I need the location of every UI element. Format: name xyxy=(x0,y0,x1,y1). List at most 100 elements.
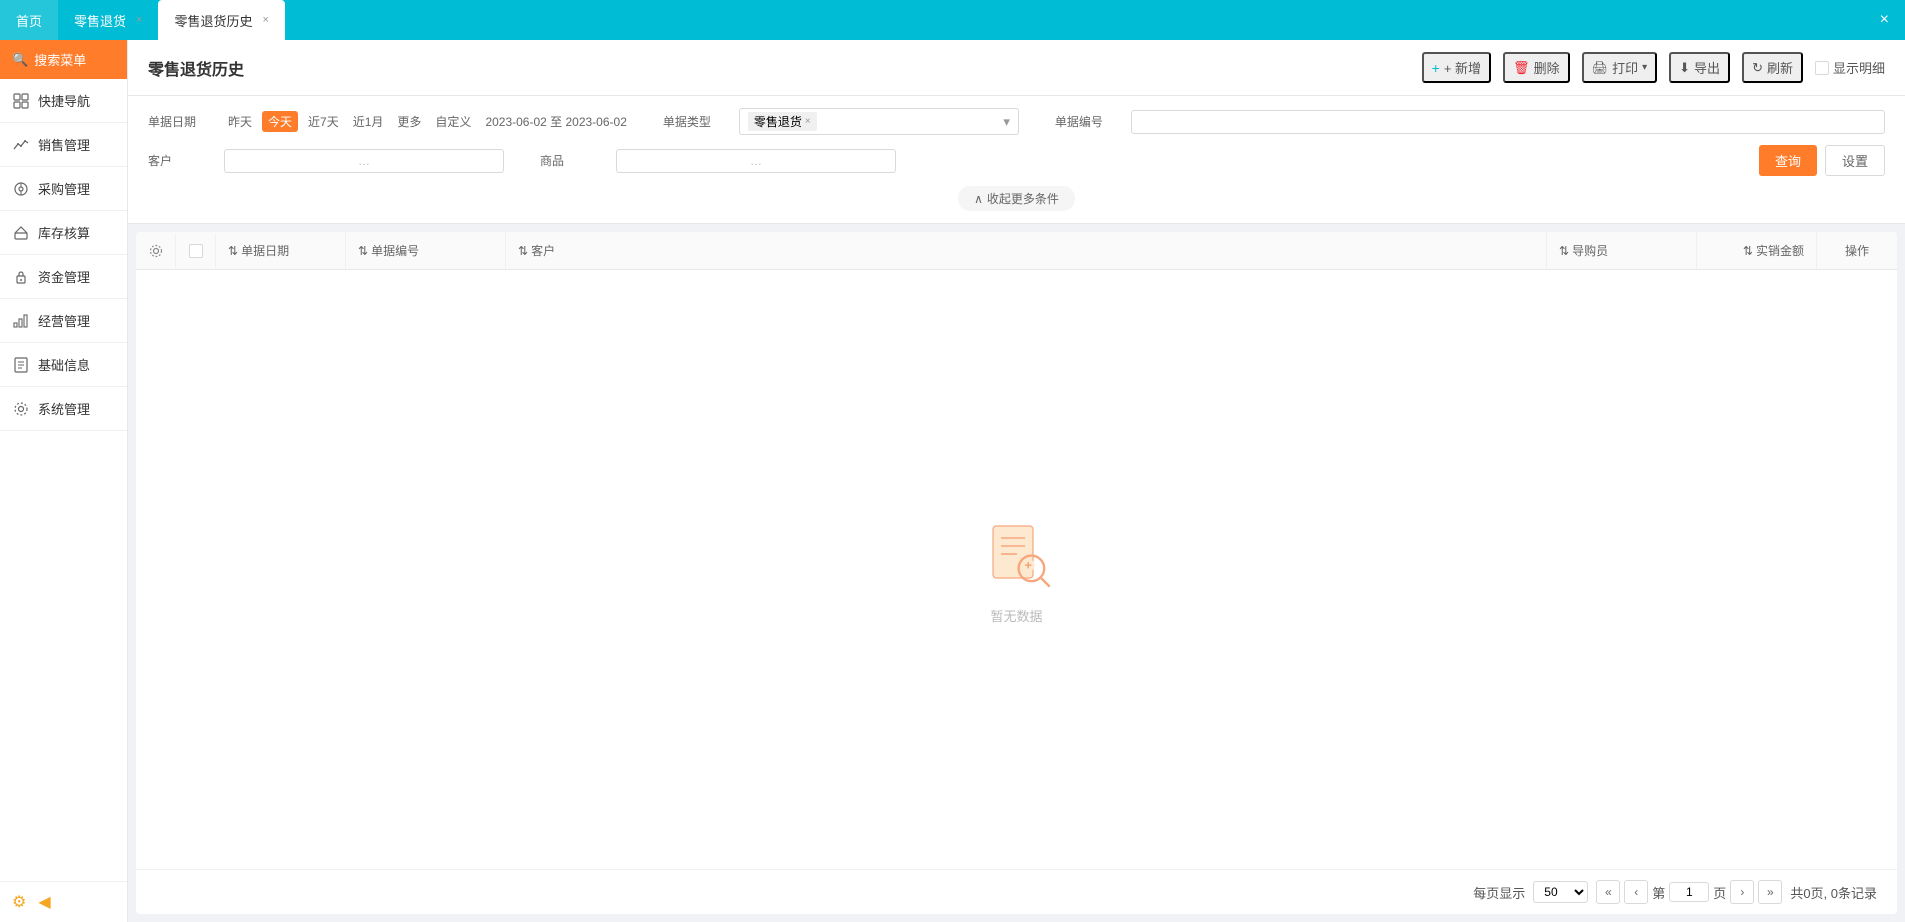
print-icon: 🖨 xyxy=(1592,60,1609,76)
date-option-today[interactable]: 今天 xyxy=(262,111,298,132)
page-number-input[interactable] xyxy=(1669,882,1709,902)
date-range-display: 2023-06-02 至 2023-06-02 xyxy=(485,113,626,130)
customer-filter-input[interactable]: … xyxy=(224,149,504,173)
sidebar-item-quick-nav-label: 快捷导航 xyxy=(38,91,90,110)
window-close-btn[interactable]: × xyxy=(1864,11,1905,29)
display-switch-label: 显示明细 xyxy=(1833,58,1885,77)
th-guide-text: 导购员 xyxy=(1572,242,1608,259)
type-tag-close[interactable]: × xyxy=(805,116,811,127)
sidebar: 🔍 搜索菜单 快捷导航 销售管理 采购管理 库存核算 xyxy=(0,40,128,922)
page-nav: « ‹ 第 页 › » xyxy=(1596,880,1782,904)
empty-text: 暂无数据 xyxy=(990,606,1042,625)
page-first-btn[interactable]: « xyxy=(1596,880,1620,904)
tab-bar: 首页 零售退货 × 零售退货历史 × × xyxy=(0,0,1905,40)
date-option-7days[interactable]: 近7天 xyxy=(304,111,343,132)
tab-retail-return-label: 零售退货 xyxy=(74,11,126,30)
sidebar-item-basic-info[interactable]: 基础信息 xyxy=(0,343,127,387)
sidebar-item-basic-info-label: 基础信息 xyxy=(38,355,90,374)
delete-label: 删除 xyxy=(1534,58,1560,77)
collapse-label: 收起更多条件 xyxy=(987,190,1059,207)
page-title: 零售退货历史 xyxy=(148,56,244,80)
export-label: 导出 xyxy=(1694,58,1720,77)
tab-retail-return-history[interactable]: 零售退货历史 × xyxy=(158,0,284,40)
filter-bar: 单据日期 昨天 今天 近7天 近1月 更多 自定义 2023-06-02 至 2… xyxy=(128,96,1905,224)
sidebar-item-inventory[interactable]: 库存核算 xyxy=(0,211,127,255)
setting-btn[interactable]: 设置 xyxy=(1825,145,1885,176)
th-number-sort: ⇅ xyxy=(358,244,368,258)
th-amount-text: 实销金额 xyxy=(1756,242,1804,259)
tab-home[interactable]: 首页 xyxy=(0,0,58,40)
finance-icon xyxy=(12,268,30,286)
sidebar-item-sales-mgmt[interactable]: 销售管理 xyxy=(0,123,127,167)
display-switch[interactable]: 显示明细 xyxy=(1815,58,1885,77)
type-tag: 零售退货 × xyxy=(748,112,817,131)
page-last-btn[interactable]: » xyxy=(1758,880,1782,904)
sidebar-item-finance[interactable]: 资金管理 xyxy=(0,255,127,299)
tab-home-label: 首页 xyxy=(16,11,42,30)
print-btn[interactable]: 🖨 打印 ▾ xyxy=(1582,52,1658,83)
collapse-bar: ∧ 收起更多条件 xyxy=(148,186,1885,211)
header-actions: + + 新增 🗑 删除 🖨 打印 ▾ ⬇ 导出 ↻ xyxy=(1422,52,1885,83)
export-btn[interactable]: ⬇ 导出 xyxy=(1669,52,1730,83)
sidebar-item-system[interactable]: 系统管理 xyxy=(0,387,127,431)
th-guide[interactable]: ⇅ 导购员 xyxy=(1547,232,1697,269)
search-icon: 🔍 xyxy=(12,52,28,68)
th-number-text: 单据编号 xyxy=(371,242,419,259)
type-dropdown-icon[interactable]: ▾ xyxy=(1003,114,1010,130)
query-btn[interactable]: 查询 xyxy=(1759,145,1817,176)
th-setting[interactable] xyxy=(136,234,176,268)
sidebar-item-operation[interactable]: 经营管理 xyxy=(0,299,127,343)
th-checkbox[interactable] xyxy=(176,234,216,268)
collapse-sidebar-icon[interactable]: ◀ xyxy=(38,892,50,912)
th-guide-sort: ⇅ xyxy=(1559,244,1569,258)
date-option-yesterday[interactable]: 昨天 xyxy=(224,111,256,132)
date-option-custom[interactable]: 自定义 xyxy=(431,111,475,132)
new-btn[interactable]: + + 新增 xyxy=(1422,52,1491,83)
print-dropdown-icon: ▾ xyxy=(1642,62,1647,73)
print-label: 打印 xyxy=(1612,58,1638,77)
basic-info-icon xyxy=(12,356,30,374)
th-amount[interactable]: ⇅ 实销金额 xyxy=(1697,232,1817,269)
refresh-btn[interactable]: ↻ 刷新 xyxy=(1742,52,1803,83)
type-filter-label: 单据类型 xyxy=(663,113,723,130)
sidebar-item-purchase-mgmt[interactable]: 采购管理 xyxy=(0,167,127,211)
sidebar-search-label: 搜索菜单 xyxy=(34,50,86,69)
number-filter-input[interactable] xyxy=(1131,110,1885,134)
goods-filter-input[interactable]: … xyxy=(616,149,896,173)
sidebar-item-purchase-mgmt-label: 采购管理 xyxy=(38,179,90,198)
delete-btn[interactable]: 🗑 删除 xyxy=(1503,52,1570,83)
tab-retail-return-history-close[interactable]: × xyxy=(262,14,268,26)
sidebar-item-operation-label: 经营管理 xyxy=(38,311,90,330)
sidebar-item-inventory-label: 库存核算 xyxy=(38,223,90,242)
select-all-checkbox[interactable] xyxy=(189,244,203,258)
th-date-text: 单据日期 xyxy=(241,242,289,259)
purchase-mgmt-icon xyxy=(12,180,30,198)
display-switch-checkbox[interactable] xyxy=(1815,61,1829,75)
th-number[interactable]: ⇅ 单据编号 xyxy=(346,232,506,269)
total-info: 共0页, 0条记录 xyxy=(1790,883,1877,902)
type-filter-input[interactable]: 零售退货 × ▾ xyxy=(739,108,1019,135)
tab-retail-return-close[interactable]: × xyxy=(136,14,142,26)
date-filter-label: 单据日期 xyxy=(148,113,208,130)
goods-filter-label: 商品 xyxy=(540,152,600,169)
date-options: 昨天 今天 近7天 近1月 更多 自定义 2023-06-02 至 2023-0… xyxy=(224,111,627,132)
main-layout: 🔍 搜索菜单 快捷导航 销售管理 采购管理 库存核算 xyxy=(0,40,1905,922)
tab-retail-return[interactable]: 零售退货 × xyxy=(58,0,158,40)
refresh-label: 刷新 xyxy=(1767,58,1793,77)
page-next-btn[interactable]: › xyxy=(1730,880,1754,904)
date-option-1month[interactable]: 近1月 xyxy=(349,111,388,132)
filter-row-1: 单据日期 昨天 今天 近7天 近1月 更多 自定义 2023-06-02 至 2… xyxy=(148,108,1885,135)
sidebar-search[interactable]: 🔍 搜索菜单 xyxy=(0,40,127,79)
settings-bottom-icon[interactable]: ⚙ xyxy=(12,892,26,912)
collapse-btn[interactable]: ∧ 收起更多条件 xyxy=(958,186,1075,211)
table-area: ⇅ 单据日期 ⇅ 单据编号 ⇅ 客户 ⇅ 导购员 ⇅ 实销金额 xyxy=(136,232,1897,914)
sidebar-item-quick-nav[interactable]: 快捷导航 xyxy=(0,79,127,123)
type-tag-value: 零售退货 xyxy=(754,113,802,130)
page-size-select[interactable]: 50 100 200 xyxy=(1533,881,1588,903)
pagination: 每页显示 50 100 200 « ‹ 第 页 › » 共0页, 0条记录 xyxy=(136,869,1897,914)
th-date[interactable]: ⇅ 单据日期 xyxy=(216,232,346,269)
page-prev-btn[interactable]: ‹ xyxy=(1624,880,1648,904)
date-option-more[interactable]: 更多 xyxy=(393,111,425,132)
system-icon xyxy=(12,400,30,418)
th-customer[interactable]: ⇅ 客户 xyxy=(506,232,1547,269)
